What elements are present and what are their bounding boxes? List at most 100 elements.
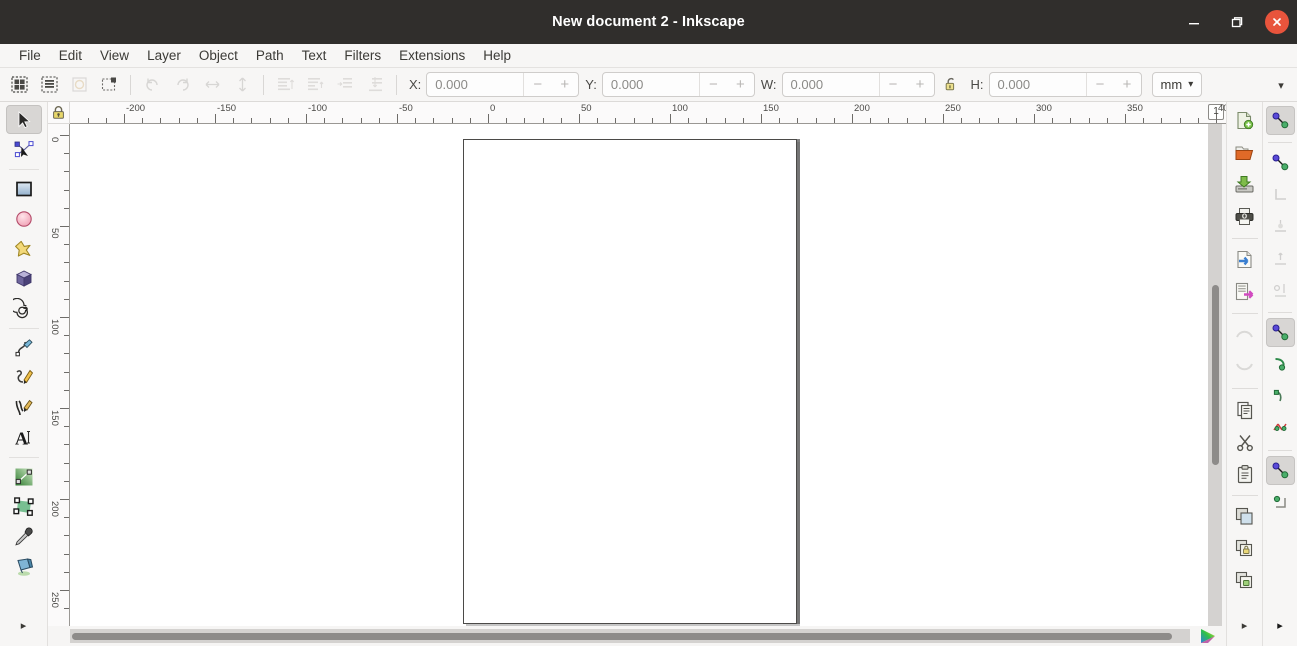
- snap-bbox-edge-midpoints-toggle[interactable]: [1266, 244, 1295, 273]
- x-increment-button[interactable]: +: [551, 73, 578, 96]
- new-document-button[interactable]: [1230, 106, 1260, 135]
- gradient-tool[interactable]: [6, 462, 42, 491]
- dropper-tool[interactable]: [6, 522, 42, 551]
- snap-bbox-edges-toggle[interactable]: [1266, 212, 1295, 241]
- pencil-tool[interactable]: [6, 333, 42, 362]
- y-increment-button[interactable]: +: [727, 73, 754, 96]
- select-same-button[interactable]: [94, 71, 124, 99]
- cut-button[interactable]: [1230, 427, 1260, 456]
- paste-button[interactable]: [1230, 459, 1260, 488]
- snap-page-border-toggle[interactable]: [1266, 488, 1295, 517]
- snap-others-toggle[interactable]: [1266, 456, 1295, 485]
- y-spinbox[interactable]: 0.000 − +: [602, 72, 755, 97]
- lower-button[interactable]: [330, 71, 360, 99]
- rectangle-tool[interactable]: [6, 174, 42, 203]
- spiral-tool[interactable]: [6, 294, 42, 323]
- unlink-clone-button[interactable]: [1230, 566, 1260, 595]
- lower-to-bottom-button[interactable]: [360, 71, 390, 99]
- export-button[interactable]: [1230, 277, 1260, 306]
- h-spinbox[interactable]: 0.000 − +: [989, 72, 1142, 97]
- w-decrement-button[interactable]: −: [880, 73, 907, 96]
- x-input[interactable]: 0.000: [427, 73, 523, 96]
- menu-help[interactable]: Help: [474, 46, 520, 65]
- snap-bbox-corners-toggle[interactable]: [1266, 180, 1295, 209]
- flip-horizontal-button[interactable]: [197, 71, 227, 99]
- snap-paths-toggle[interactable]: [1266, 350, 1295, 379]
- units-dropdown[interactable]: mm ▾: [1152, 72, 1203, 97]
- rotate-ccw-button[interactable]: [137, 71, 167, 99]
- menu-text[interactable]: Text: [293, 46, 336, 65]
- menu-file[interactable]: File: [10, 46, 50, 65]
- lock-aspect-ratio-button[interactable]: [937, 71, 967, 99]
- undo-button[interactable]: [1230, 320, 1260, 349]
- redo-button[interactable]: [1230, 352, 1260, 381]
- calligraphy-tool[interactable]: [6, 363, 42, 392]
- menu-extensions[interactable]: Extensions: [390, 46, 474, 65]
- snap-bounding-boxes-toggle[interactable]: [1266, 148, 1295, 177]
- h-input[interactable]: 0.000: [990, 73, 1086, 96]
- h-increment-button[interactable]: +: [1114, 73, 1141, 96]
- maximize-button[interactable]: [1223, 9, 1249, 35]
- w-increment-button[interactable]: +: [907, 73, 934, 96]
- horizontal-scrollbar-thumb[interactable]: [72, 633, 1172, 640]
- raise-to-top-button[interactable]: [270, 71, 300, 99]
- vertical-ruler[interactable]: 050100150200250: [48, 124, 70, 626]
- menu-path[interactable]: Path: [247, 46, 293, 65]
- minimize-button[interactable]: [1181, 9, 1207, 35]
- select-all-button[interactable]: [4, 71, 34, 99]
- x-decrement-button[interactable]: −: [524, 73, 551, 96]
- x-spinbox[interactable]: 0.000 − +: [426, 72, 579, 97]
- box3d-tool[interactable]: [6, 264, 42, 293]
- vertical-scrollbar-thumb[interactable]: [1212, 285, 1219, 465]
- vertical-scrollbar[interactable]: [1208, 124, 1222, 626]
- snap-to-cusp-nodes-toggle[interactable]: [1266, 414, 1295, 443]
- horizontal-ruler[interactable]: 1 -250-200-150-100-500501001502002503003…: [70, 102, 1226, 124]
- menu-edit[interactable]: Edit: [50, 46, 91, 65]
- import-button[interactable]: [1230, 245, 1260, 274]
- print-document-button[interactable]: [1230, 202, 1260, 231]
- close-button[interactable]: [1265, 10, 1289, 34]
- horizontal-scrollbar[interactable]: [70, 629, 1190, 643]
- menu-view[interactable]: View: [91, 46, 138, 65]
- w-spinbox[interactable]: 0.000 − +: [782, 72, 935, 97]
- toolbox-overflow-button[interactable]: ▸: [6, 611, 42, 640]
- rotate-cw-button[interactable]: [167, 71, 197, 99]
- menu-filters[interactable]: Filters: [335, 46, 390, 65]
- y-decrement-button[interactable]: −: [700, 73, 727, 96]
- open-document-button[interactable]: [1230, 138, 1260, 167]
- ellipse-tool[interactable]: [6, 204, 42, 233]
- snap-path-intersections-toggle[interactable]: [1266, 382, 1295, 411]
- node-tool[interactable]: [6, 135, 42, 164]
- snap-nodes-paths-toggle[interactable]: [1266, 318, 1295, 347]
- color-wheel-button[interactable]: [1190, 626, 1226, 646]
- menu-object[interactable]: Object: [190, 46, 247, 65]
- mesh-tool[interactable]: [6, 492, 42, 521]
- w-input[interactable]: 0.000: [783, 73, 879, 96]
- document-page[interactable]: [463, 139, 797, 624]
- clone-button[interactable]: [1230, 534, 1260, 563]
- save-document-button[interactable]: [1230, 170, 1260, 199]
- selector-tool[interactable]: [6, 105, 42, 134]
- deselect-button[interactable]: [64, 71, 94, 99]
- select-all-in-all-layers-button[interactable]: [34, 71, 64, 99]
- canvas[interactable]: [70, 124, 1208, 626]
- star-tool[interactable]: [6, 234, 42, 263]
- h-decrement-button[interactable]: −: [1087, 73, 1114, 96]
- toolbar-overflow-button[interactable]: ▾: [1271, 76, 1291, 94]
- ruler-tick-label: 400: [1218, 103, 1226, 114]
- text-tool[interactable]: A: [6, 423, 42, 452]
- raise-button[interactable]: [300, 71, 330, 99]
- menu-layer[interactable]: Layer: [138, 46, 190, 65]
- ruler-minor-tick: [361, 118, 362, 123]
- snap-bbox-centers-toggle[interactable]: [1266, 276, 1295, 305]
- bezier-tool[interactable]: [6, 393, 42, 422]
- flip-vertical-button[interactable]: [227, 71, 257, 99]
- y-input[interactable]: 0.000: [603, 73, 699, 96]
- enable-snapping-toggle[interactable]: [1266, 106, 1295, 135]
- paintbucket-tool[interactable]: [6, 552, 42, 581]
- ruler-lock-corner[interactable]: [48, 102, 70, 124]
- command-bar-overflow-button[interactable]: ▸: [1230, 611, 1260, 640]
- duplicate-button[interactable]: [1230, 502, 1260, 531]
- snap-bar-overflow-button[interactable]: ▸: [1266, 611, 1295, 640]
- copy-button[interactable]: [1230, 395, 1260, 424]
